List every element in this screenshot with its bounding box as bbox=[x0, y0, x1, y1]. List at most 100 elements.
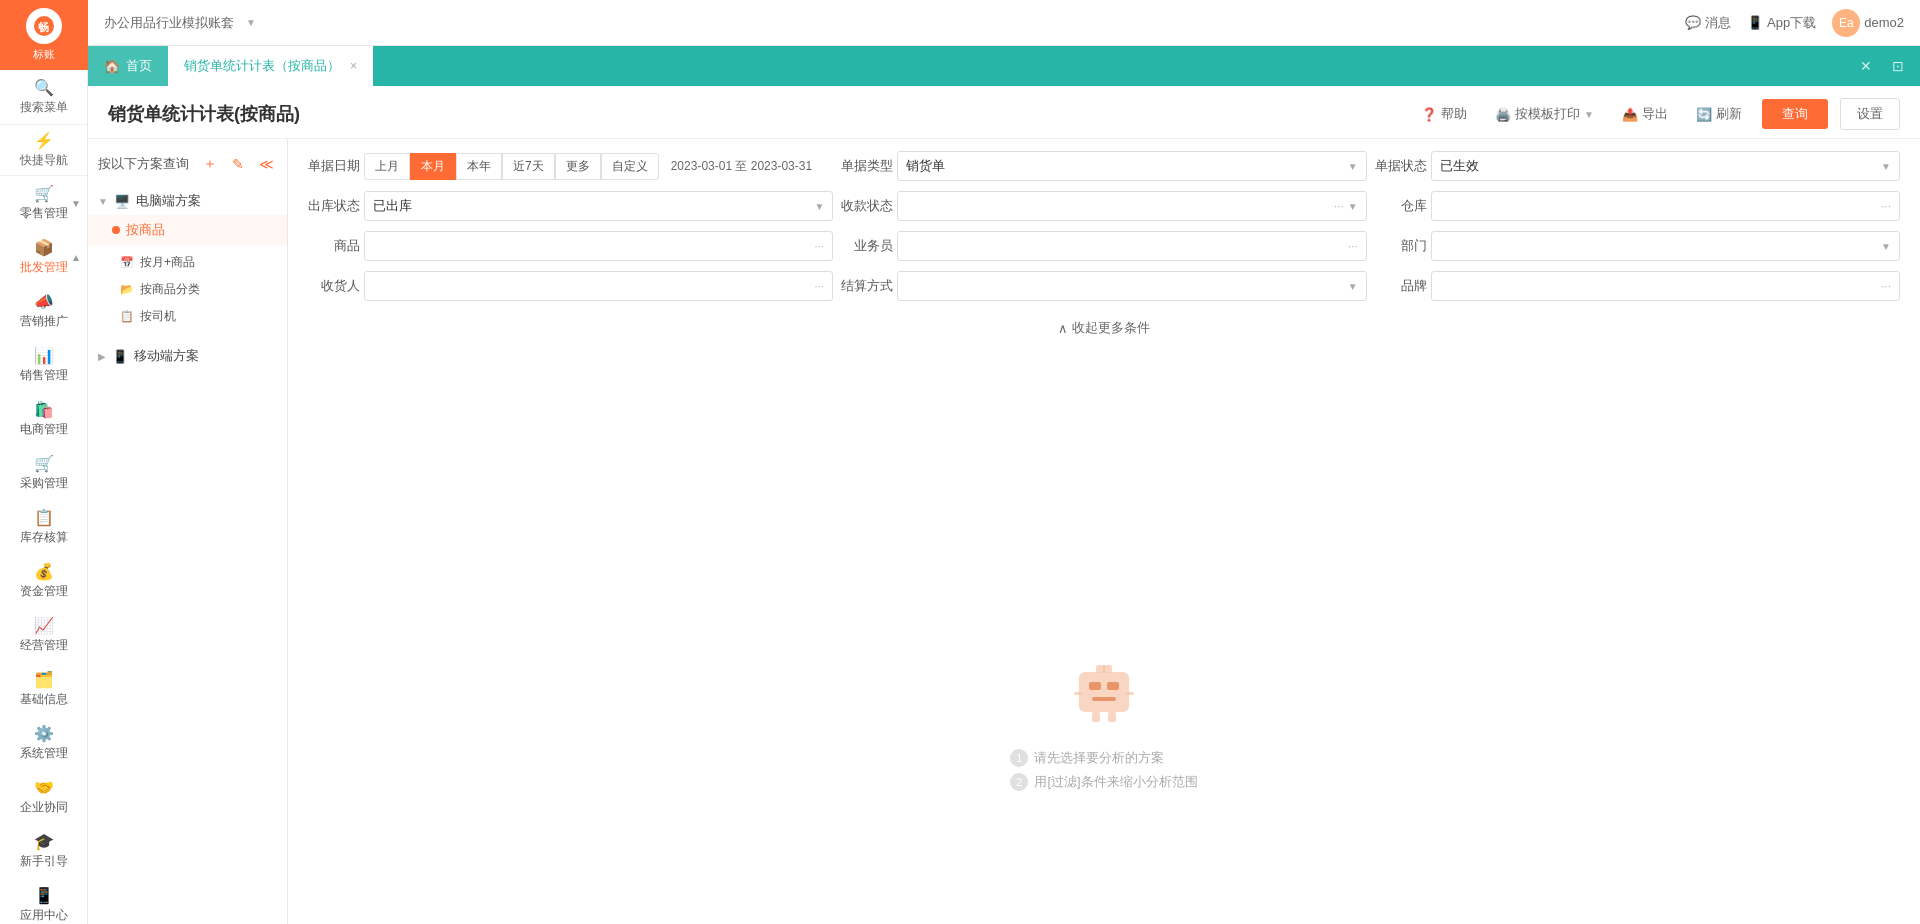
tab-home-label: 首页 bbox=[126, 57, 152, 75]
date-btn-this-year[interactable]: 本年 bbox=[456, 153, 502, 180]
page-content: 销货单统计计表(按商品) ❓ 帮助 🖨️ 按模板打印 ▼ 📤 导出 🔄 刷 bbox=[88, 86, 1920, 924]
date-btn-last-month[interactable]: 上月 bbox=[364, 153, 410, 180]
dropdown-icon[interactable]: ▼ bbox=[246, 17, 256, 28]
svg-rect-8 bbox=[1092, 712, 1100, 722]
sidebar-item-collab[interactable]: 🤝 企业协同 bbox=[0, 770, 87, 824]
sidebar-item-marketing[interactable]: 📣 营销推广 bbox=[0, 284, 87, 338]
receipt-status-select[interactable]: ··· ▼ bbox=[897, 191, 1366, 221]
brand-label: 品牌 bbox=[1375, 277, 1427, 295]
receipt-status-label: 收款状态 bbox=[841, 197, 893, 215]
sidebar-item-system[interactable]: ⚙️ 系统管理 bbox=[0, 716, 87, 770]
sidebar-item-finance[interactable]: 💰 资金管理 bbox=[0, 554, 87, 608]
receipt-dots: ··· bbox=[1334, 199, 1344, 213]
filter-item-by-category[interactable]: 📂 按商品分类 bbox=[88, 276, 287, 303]
inventory-label: 库存核算 bbox=[20, 529, 68, 546]
doc-status-select[interactable]: 已生效 ▼ bbox=[1431, 151, 1900, 181]
payment-select[interactable]: ▼ bbox=[897, 271, 1366, 301]
sidebar-item-base[interactable]: 🗂️ 基础信息 bbox=[0, 662, 87, 716]
filter-item-by-month-goods[interactable]: 📅 按月+商品 bbox=[88, 249, 287, 276]
avatar: Ea bbox=[1832, 9, 1860, 37]
tab-close-all-btn[interactable]: ✕ bbox=[1852, 52, 1880, 80]
brand-input[interactable]: ··· bbox=[1431, 271, 1900, 301]
tab-close-btn[interactable]: × bbox=[350, 59, 357, 73]
date-btn-this-month[interactable]: 本月 bbox=[410, 153, 456, 180]
warehouse-input[interactable]: ··· bbox=[1431, 191, 1900, 221]
retail-icon: 🛒 bbox=[34, 184, 54, 203]
date-btn-custom[interactable]: 自定义 bbox=[601, 153, 659, 180]
sidebar-item-biz[interactable]: 📈 经营管理 bbox=[0, 608, 87, 662]
retail-label: 零售管理 bbox=[20, 205, 68, 222]
sidebar-item-wholesale[interactable]: 📦 批发管理 ▲ bbox=[0, 230, 87, 284]
salesperson-cell: 业务员 ··· bbox=[841, 231, 1366, 261]
app-download-btn[interactable]: 📱 App下载 bbox=[1747, 14, 1816, 32]
sidebar-item-retail[interactable]: 🛒 零售管理 ▼ bbox=[0, 176, 87, 230]
receiver-cell: 收货人 ··· bbox=[308, 271, 833, 301]
doc-status-label: 单据状态 bbox=[1375, 157, 1427, 175]
date-btn-more[interactable]: 更多 bbox=[555, 153, 601, 180]
tab-sales-stats[interactable]: 销货单统计计表（按商品） × bbox=[168, 46, 373, 86]
dept-select[interactable]: ▼ bbox=[1431, 231, 1900, 261]
empty-state: 1 请先选择要分析的方案 2 用[过滤]条件来缩小分析范围 bbox=[288, 504, 1920, 925]
help-btn[interactable]: ❓ 帮助 bbox=[1413, 101, 1475, 127]
filter-group-pc-header[interactable]: ▼ 🖥️ 电脑端方案 bbox=[88, 187, 287, 215]
query-btn[interactable]: 查询 bbox=[1762, 99, 1828, 129]
base-label: 基础信息 bbox=[20, 691, 68, 708]
query-label: 查询 bbox=[1782, 106, 1808, 121]
sidebar-item-guide[interactable]: 🎓 新手引导 bbox=[0, 824, 87, 878]
collapse-more-btn[interactable]: ∧ 收起更多条件 bbox=[308, 311, 1900, 345]
filter-group-pc: ▼ 🖥️ 电脑端方案 按商品 📅 按月+商品 � bbox=[88, 183, 287, 338]
empty-hints: 1 请先选择要分析的方案 2 用[过滤]条件来缩小分析范围 bbox=[1010, 749, 1197, 791]
filter-group-mobile-header[interactable]: ▶ 📱 移动端方案 bbox=[88, 342, 287, 370]
msg-btn[interactable]: 💬 消息 bbox=[1685, 14, 1731, 32]
date-btn-7days[interactable]: 近7天 bbox=[502, 153, 555, 180]
print-btn[interactable]: 🖨️ 按模板打印 ▼ bbox=[1487, 101, 1602, 127]
sidebar-item-ecom[interactable]: 🛍️ 电商管理 bbox=[0, 392, 87, 446]
salesperson-label: 业务员 bbox=[841, 237, 893, 255]
sidebar-item-appstore[interactable]: 📱 应用中心 bbox=[0, 878, 87, 924]
sidebar-item-sales[interactable]: 📊 销售管理 bbox=[0, 338, 87, 392]
date-label: 单据日期 bbox=[308, 157, 360, 175]
settings-btn[interactable]: 设置 bbox=[1840, 98, 1900, 130]
app-label: App下载 bbox=[1767, 14, 1816, 32]
guide-label: 新手引导 bbox=[20, 853, 68, 870]
collapse-label: 收起更多条件 bbox=[1072, 319, 1150, 337]
salesperson-input[interactable]: ··· bbox=[897, 231, 1366, 261]
svg-rect-5 bbox=[1092, 697, 1116, 701]
out-status-select[interactable]: 已出库 ▼ bbox=[364, 191, 833, 221]
tab-home[interactable]: 🏠 首页 bbox=[88, 46, 168, 86]
svg-rect-7 bbox=[1126, 692, 1134, 695]
msg-icon: 💬 bbox=[1685, 15, 1701, 30]
tab-expand-btn[interactable]: ⊡ bbox=[1884, 52, 1912, 80]
sidebar-item-inventory[interactable]: 📋 库存核算 bbox=[0, 500, 87, 554]
filter-item-by-driver[interactable]: 📋 按司机 bbox=[88, 303, 287, 330]
topbar: 办公用品行业模拟账套 ▼ 💬 消息 📱 App下载 Ea demo2 bbox=[88, 0, 1920, 46]
refresh-label: 刷新 bbox=[1716, 105, 1742, 123]
sidebar-item-purchase[interactable]: 🛒 采购管理 bbox=[0, 446, 87, 500]
industry-label: 办公用品行业模拟账套 bbox=[104, 14, 234, 32]
tab-active-label: 销货单统计计表（按商品） bbox=[184, 57, 340, 75]
quick-nav-item[interactable]: ⚡ 快捷导航 bbox=[0, 125, 87, 176]
main-area: 办公用品行业模拟账套 ▼ 💬 消息 📱 App下载 Ea demo2 🏠 首页 … bbox=[88, 0, 1920, 924]
topbar-left: 办公用品行业模拟账套 ▼ bbox=[104, 14, 256, 32]
edit-scheme-btn[interactable]: ✎ bbox=[227, 153, 249, 175]
out-status-cell: 出库状态 已出库 ▼ bbox=[308, 191, 833, 221]
empty-hint-1: 1 请先选择要分析的方案 bbox=[1010, 749, 1197, 767]
svg-rect-6 bbox=[1074, 692, 1082, 695]
refresh-btn[interactable]: 🔄 刷新 bbox=[1688, 101, 1750, 127]
search-menu-label: 搜索菜单 bbox=[20, 99, 68, 116]
filter-group-mobile: ▶ 📱 移动端方案 bbox=[88, 338, 287, 374]
warehouse-dots: ··· bbox=[1881, 199, 1891, 213]
user-profile[interactable]: Ea demo2 bbox=[1832, 9, 1904, 37]
export-btn[interactable]: 📤 导出 bbox=[1614, 101, 1676, 127]
doc-type-select[interactable]: 销货单 ▼ bbox=[897, 151, 1366, 181]
receiver-input[interactable]: ··· bbox=[364, 271, 833, 301]
collapse-sidebar-btn[interactable]: ≪ bbox=[255, 153, 277, 175]
doc-type-cell: 单据类型 销货单 ▼ bbox=[841, 151, 1366, 181]
pc-group-icon: 🖥️ bbox=[114, 194, 130, 209]
filter-item-by-goods[interactable]: 按商品 bbox=[88, 215, 287, 245]
finance-label: 资金管理 bbox=[20, 583, 68, 600]
goods-input[interactable]: ··· bbox=[364, 231, 833, 261]
hint-num-2: 2 bbox=[1010, 773, 1028, 791]
search-menu-item[interactable]: 🔍 搜索菜单 bbox=[0, 70, 87, 125]
add-scheme-btn[interactable]: ＋ bbox=[199, 153, 221, 175]
